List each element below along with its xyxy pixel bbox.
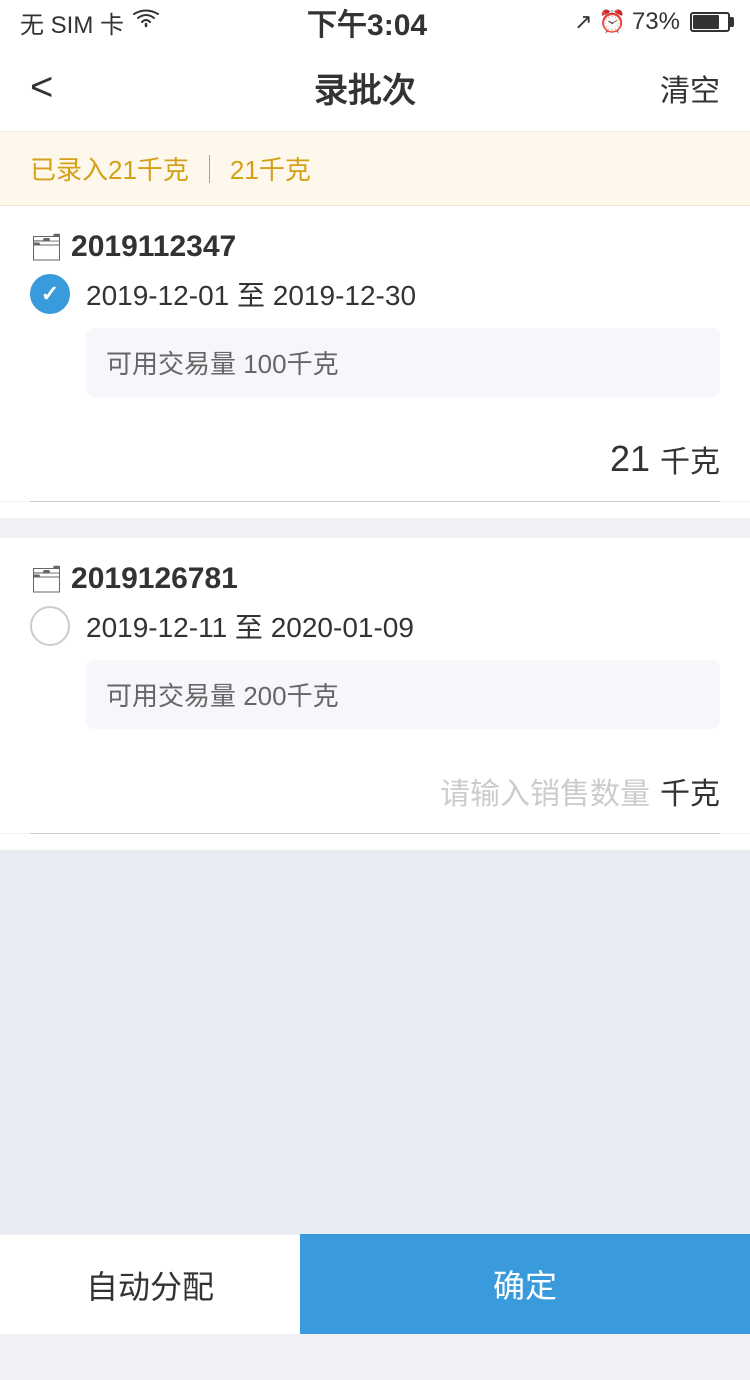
batch-date-2: 2019-12-11 至 2020-01-09: [86, 606, 414, 646]
batch-id-2: 2019126781: [71, 562, 238, 596]
status-bar: 无 SIM 卡 下午3:04 ↗ ⏰ 73%: [0, 0, 750, 44]
batch-doc-icon-1: 🗂: [30, 232, 63, 263]
batch-id-row-1: 🗂 2019112347: [30, 230, 720, 264]
batch-date-row-1[interactable]: 2019-12-01 至 2019-12-30: [30, 274, 720, 314]
recorded-value: 21千克: [230, 150, 311, 187]
back-button[interactable]: <: [30, 65, 90, 110]
status-left: 无 SIM 卡: [20, 5, 160, 40]
batch-date-row-2[interactable]: 2019-12-11 至 2020-01-09: [30, 606, 720, 646]
batch-id-row-2: 🗂 2019126781: [30, 562, 720, 596]
battery-icon: [690, 12, 730, 32]
batch-doc-icon-2: 🗂: [30, 564, 63, 595]
placeholder-unit-2: 千克: [660, 769, 720, 813]
info-banner: 已录入21千克 21千克: [0, 132, 750, 206]
banner-divider: [209, 155, 210, 183]
auto-distribute-button[interactable]: 自动分配: [0, 1234, 300, 1334]
batch-item-2: 🗂 2019126781 2019-12-11 至 2020-01-09 可用交…: [0, 538, 750, 749]
amount-placeholder-2: 请输入销售数量: [440, 769, 650, 813]
location-icon: ↗: [574, 9, 592, 35]
radio-unselected-2[interactable]: [30, 606, 70, 646]
amount-input-1[interactable]: [530, 438, 650, 480]
batch-quantity-2: 可用交易量 200千克: [86, 660, 720, 729]
batch-date-1: 2019-12-01 至 2019-12-30: [86, 274, 416, 314]
batch-item-1: 🗂 2019112347 2019-12-01 至 2019-12-30 可用交…: [0, 206, 750, 417]
amount-row-1: 千克: [0, 417, 750, 501]
batch-id-1: 2019112347: [71, 230, 236, 264]
page-title: 录批次: [314, 63, 416, 112]
batch-quantity-1: 可用交易量 100千克: [86, 328, 720, 397]
section-separator: [0, 518, 750, 538]
confirm-button[interactable]: 确定: [300, 1234, 750, 1334]
carrier-text: 无 SIM 卡: [20, 5, 124, 40]
recorded-label: 已录入21千克: [30, 150, 189, 187]
radio-selected-1[interactable]: [30, 274, 70, 314]
nav-bar: < 录批次 清空: [0, 44, 750, 132]
alarm-icon: ⏰: [599, 9, 626, 35]
wifi-icon: [132, 8, 160, 37]
empty-area: [0, 850, 750, 1280]
bottom-bar: 自动分配 确定: [0, 1234, 750, 1334]
clear-button[interactable]: 清空: [640, 66, 720, 110]
amount-unit-1: 千克: [660, 437, 720, 481]
spacer-2: [0, 834, 750, 850]
status-time: 下午3:04: [307, 0, 427, 44]
spacer-1: [0, 502, 750, 518]
placeholder-row-2: 请输入销售数量 千克: [0, 749, 750, 833]
battery-text: 73%: [632, 8, 680, 36]
status-right: ↗ ⏰ 73%: [574, 8, 730, 36]
